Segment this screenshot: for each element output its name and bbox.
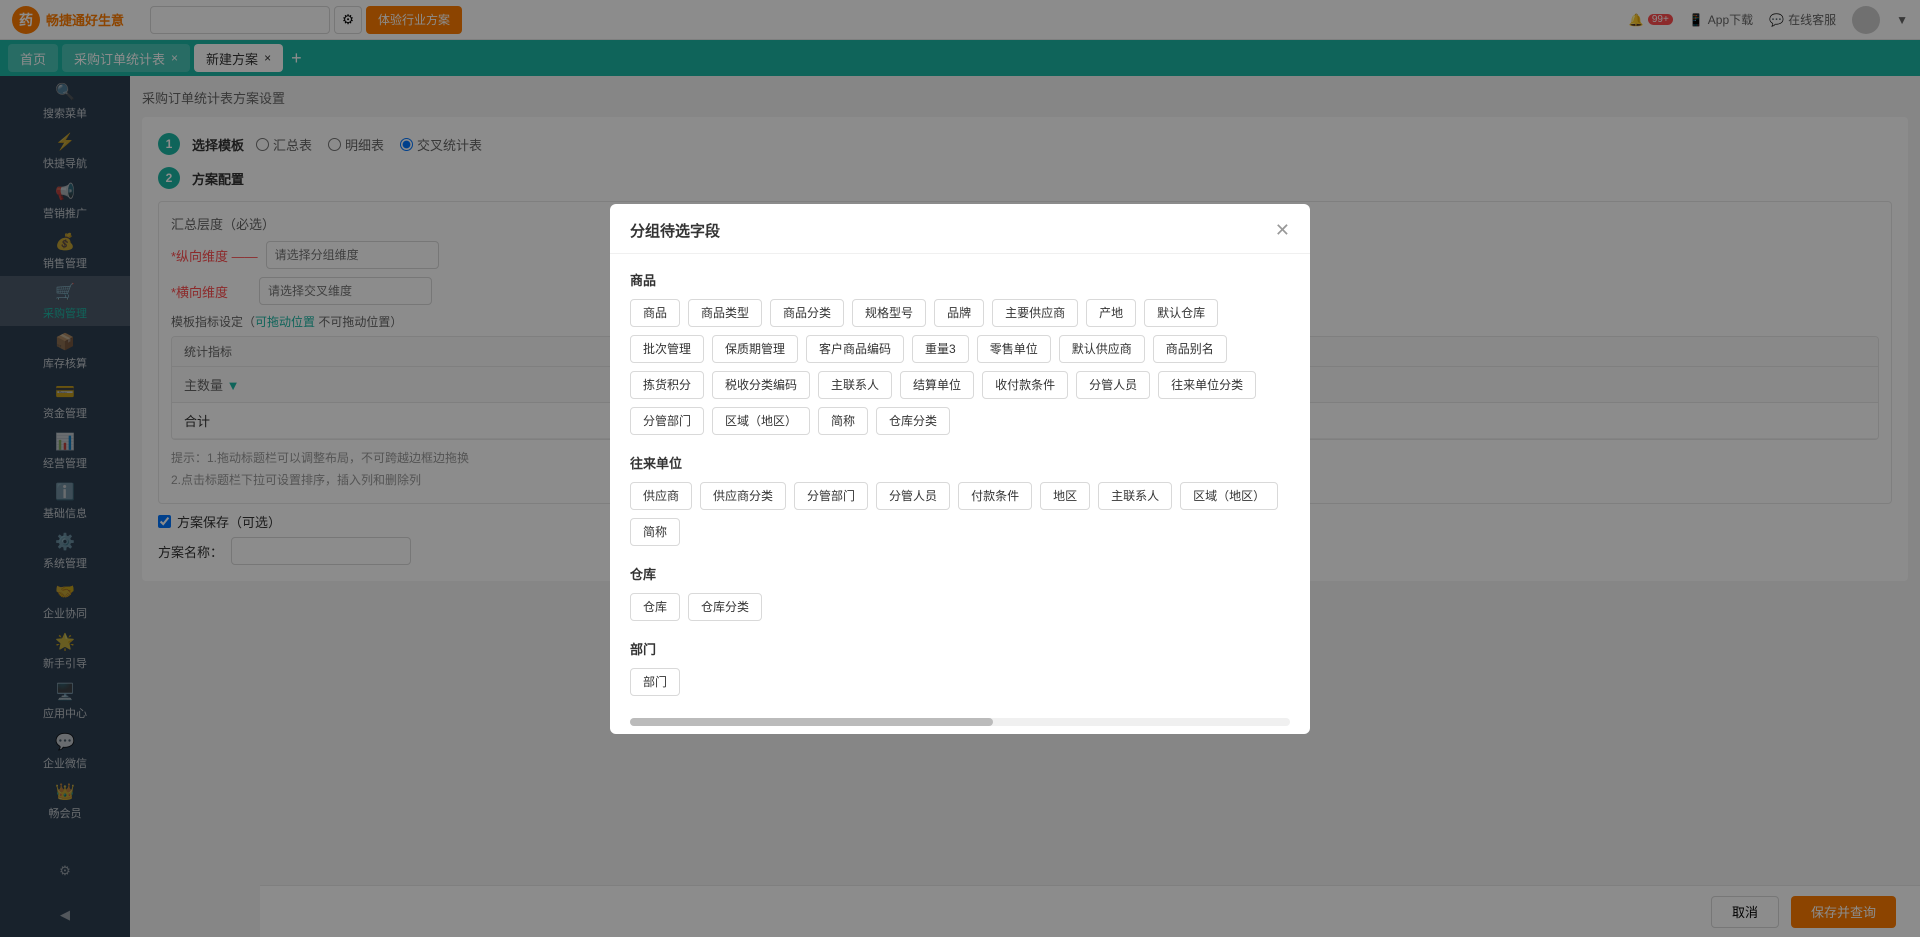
field-tag[interactable]: 付款条件 xyxy=(958,482,1032,510)
field-tag[interactable]: 产地 xyxy=(1086,299,1136,327)
horizontal-scrollbar[interactable] xyxy=(630,718,1290,726)
field-tag[interactable]: 仓库分类 xyxy=(688,593,762,621)
field-tag[interactable]: 规格型号 xyxy=(852,299,926,327)
field-tag[interactable]: 仓库分类 xyxy=(876,407,950,435)
field-tag[interactable]: 默认供应商 xyxy=(1059,335,1145,363)
modal-header: 分组待选字段 ✕ xyxy=(610,204,1310,254)
field-tag[interactable]: 供应商分类 xyxy=(700,482,786,510)
section-title-dept: 部门 xyxy=(630,639,1290,658)
field-tag[interactable]: 拣货积分 xyxy=(630,371,704,399)
partner-tags: 供应商 供应商分类 分管部门 分管人员 付款条件 地区 主联系人 区域（地区） … xyxy=(630,482,1290,546)
field-tag[interactable]: 区域（地区） xyxy=(712,407,810,435)
field-tag[interactable]: 收付款条件 xyxy=(982,371,1068,399)
field-section-warehouse: 仓库 仓库 仓库分类 xyxy=(630,564,1290,621)
modal-title: 分组待选字段 xyxy=(630,220,720,241)
field-tag[interactable]: 税收分类编码 xyxy=(712,371,810,399)
section-title-partner: 往来单位 xyxy=(630,453,1290,472)
horizontal-scrollbar-thumb xyxy=(630,718,993,726)
field-tag[interactable]: 主要供应商 xyxy=(992,299,1078,327)
field-tag[interactable]: 批次管理 xyxy=(630,335,704,363)
field-tag[interactable]: 重量3 xyxy=(912,335,969,363)
product-tags: 商品 商品类型 商品分类 规格型号 品牌 主要供应商 产地 默认仓库 批次管理 … xyxy=(630,299,1290,435)
field-tag[interactable]: 分管部门 xyxy=(794,482,868,510)
field-tag[interactable]: 简称 xyxy=(630,518,680,546)
field-tag[interactable]: 结算单位 xyxy=(900,371,974,399)
field-tag[interactable]: 商品别名 xyxy=(1153,335,1227,363)
field-section-product: 商品 商品 商品类型 商品分类 规格型号 品牌 主要供应商 产地 默认仓库 批次… xyxy=(630,270,1290,435)
field-tag[interactable]: 零售单位 xyxy=(977,335,1051,363)
modal-overlay: 分组待选字段 ✕ 商品 商品 商品类型 商品分类 规格型号 品牌 主要供应商 产… xyxy=(0,0,1920,937)
field-tag[interactable]: 分管人员 xyxy=(1076,371,1150,399)
field-tag[interactable]: 主联系人 xyxy=(1098,482,1172,510)
warehouse-tags: 仓库 仓库分类 xyxy=(630,593,1290,621)
field-tag[interactable]: 品牌 xyxy=(934,299,984,327)
field-tag[interactable]: 区域（地区） xyxy=(1180,482,1278,510)
field-tag[interactable]: 仓库 xyxy=(630,593,680,621)
modal-scroll-content[interactable]: 商品 商品 商品类型 商品分类 规格型号 品牌 主要供应商 产地 默认仓库 批次… xyxy=(610,254,1310,714)
field-tag[interactable]: 供应商 xyxy=(630,482,692,510)
field-selection-modal: 分组待选字段 ✕ 商品 商品 商品类型 商品分类 规格型号 品牌 主要供应商 产… xyxy=(610,204,1310,734)
dept-tags: 部门 xyxy=(630,668,1290,696)
field-tag[interactable]: 商品 xyxy=(630,299,680,327)
field-section-partner: 往来单位 供应商 供应商分类 分管部门 分管人员 付款条件 地区 主联系人 区域… xyxy=(630,453,1290,546)
modal-close-button[interactable]: ✕ xyxy=(1275,221,1290,239)
field-tag[interactable]: 部门 xyxy=(630,668,680,696)
field-tag[interactable]: 地区 xyxy=(1040,482,1090,510)
field-section-dept: 部门 部门 xyxy=(630,639,1290,696)
field-tag[interactable]: 分管部门 xyxy=(630,407,704,435)
field-tag[interactable]: 分管人员 xyxy=(876,482,950,510)
field-tag[interactable]: 商品分类 xyxy=(770,299,844,327)
modal-bottom-scroll xyxy=(610,714,1310,734)
section-title-warehouse: 仓库 xyxy=(630,564,1290,583)
field-tag[interactable]: 客户商品编码 xyxy=(806,335,904,363)
field-tag[interactable]: 简称 xyxy=(818,407,868,435)
field-tag[interactable]: 商品类型 xyxy=(688,299,762,327)
section-title-product: 商品 xyxy=(630,270,1290,289)
field-tag[interactable]: 主联系人 xyxy=(818,371,892,399)
field-tag[interactable]: 往来单位分类 xyxy=(1158,371,1256,399)
field-tag[interactable]: 默认仓库 xyxy=(1144,299,1218,327)
field-tag[interactable]: 保质期管理 xyxy=(712,335,798,363)
